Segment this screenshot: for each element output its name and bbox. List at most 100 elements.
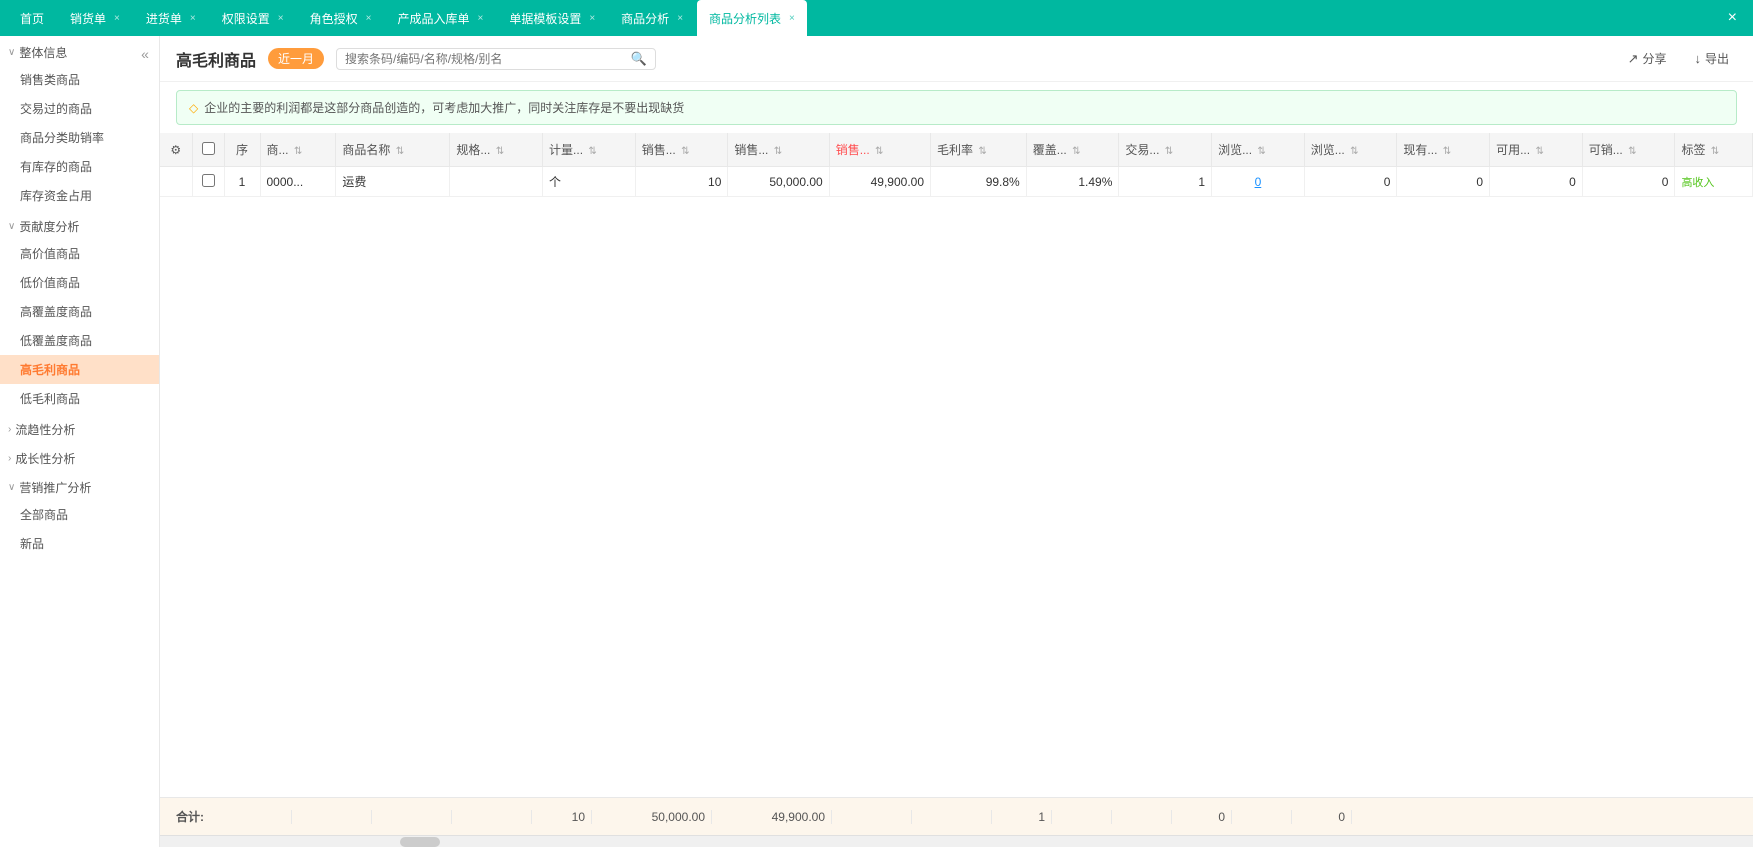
footer-cell-sales-amount: 50,000.00: [592, 810, 712, 824]
table-container: ⚙ 序 商... ⇅ 商品名称 ⇅ 规格... ⇅ 计量... ⇅ 销售... …: [160, 133, 1753, 797]
cell-coverage: 1.49%: [1026, 167, 1119, 197]
nav-purchase-order[interactable]: 进货单 ×: [134, 0, 208, 36]
sidebar-item-category-assist-rate[interactable]: 商品分类助销率: [0, 123, 159, 152]
sidebar-collapse-button[interactable]: «: [135, 44, 155, 64]
cell-sales-profit: 49,900.00: [829, 167, 930, 197]
nav-product-analysis-list[interactable]: 商品分析列表 ×: [697, 0, 807, 36]
nav-purchase-close[interactable]: ×: [190, 13, 196, 24]
chevron-down-icon-3: ∨: [8, 482, 15, 493]
nav-product-analysis-close[interactable]: ×: [677, 13, 683, 24]
sidebar-item-high-value-products[interactable]: 高价值商品: [0, 239, 159, 268]
product-table: ⚙ 序 商... ⇅ 商品名称 ⇅ 规格... ⇅ 计量... ⇅ 销售... …: [160, 133, 1753, 197]
horizontal-scrollbar[interactable]: [160, 835, 1753, 847]
nav-home[interactable]: 首页: [8, 0, 56, 36]
footer-cell-stock-current: 0: [1172, 810, 1232, 824]
th-code[interactable]: 商... ⇅: [260, 133, 336, 167]
sidebar-group-trend-analysis[interactable]: › 流趋性分析: [0, 413, 159, 442]
sidebar-item-low-value-products[interactable]: 低价值商品: [0, 268, 159, 297]
cell-no: 1: [224, 167, 260, 197]
cell-name: 运费: [336, 167, 450, 197]
th-stock-available[interactable]: 可用... ⇅: [1490, 133, 1583, 167]
sidebar-item-sales-products[interactable]: 销售类商品: [0, 65, 159, 94]
filter-recent-month-button[interactable]: 近一月: [268, 48, 324, 69]
sidebar-group-growth-analysis[interactable]: › 成长性分析: [0, 442, 159, 471]
sidebar-item-stock-capital-usage[interactable]: 库存资金占用: [0, 181, 159, 210]
nav-permission-close[interactable]: ×: [278, 13, 284, 24]
cell-checkbox[interactable]: [192, 167, 224, 197]
table-header-row: ⚙ 序 商... ⇅ 商品名称 ⇅ 规格... ⇅ 计量... ⇅ 销售... …: [160, 133, 1753, 167]
nav-sales-order[interactable]: 销货单 ×: [58, 0, 132, 36]
sidebar-item-low-margin-products[interactable]: 低毛利商品: [0, 384, 159, 413]
sidebar-item-new-products[interactable]: 新品: [0, 529, 159, 558]
footer-bar: 合计: 10 50,000.00 49,900.00 1 0 0: [160, 797, 1753, 835]
nav-role-auth[interactable]: 角色授权 ×: [298, 0, 384, 36]
th-stock-sellable[interactable]: 可销... ⇅: [1582, 133, 1675, 167]
sidebar-group-contribution-analysis[interactable]: ∨ 贡献度分析: [0, 210, 159, 239]
footer-cells: 10 50,000.00 49,900.00 1 0 0: [212, 810, 1737, 824]
nav-doc-template[interactable]: 单据模板设置 ×: [497, 0, 607, 36]
share-button[interactable]: ↗ 分享: [1620, 46, 1675, 71]
cell-trade-count: 1: [1119, 167, 1212, 197]
nav-permission-settings[interactable]: 权限设置 ×: [210, 0, 296, 36]
chevron-down-icon: ∨: [8, 47, 15, 58]
th-gross-margin[interactable]: 毛利率 ⇅: [931, 133, 1027, 167]
cell-unit: 个: [543, 167, 636, 197]
th-unit[interactable]: 计量... ⇅: [543, 133, 636, 167]
cell-spec: [450, 167, 543, 197]
sidebar-group-marketing-analysis[interactable]: ∨ 营销推广分析: [0, 471, 159, 500]
footer-cell-stock-available: [1232, 810, 1292, 824]
th-checkbox[interactable]: [192, 133, 224, 167]
nav-product-analysis[interactable]: 商品分析 ×: [609, 0, 695, 36]
footer-cell-spacer1: [212, 810, 292, 824]
th-sales-profit[interactable]: 销售... ⇅: [829, 133, 930, 167]
chevron-down-icon-2: ∨: [8, 221, 15, 232]
cell-tag: 高收入: [1675, 167, 1753, 197]
nav-doc-template-close[interactable]: ×: [589, 13, 595, 24]
nav-product-inbound-close[interactable]: ×: [477, 13, 483, 24]
th-settings[interactable]: ⚙: [160, 133, 192, 167]
nav-role-close[interactable]: ×: [366, 13, 372, 24]
scrollbar-thumb[interactable]: [400, 837, 440, 847]
sidebar-item-in-stock-products[interactable]: 有库存的商品: [0, 152, 159, 181]
sidebar-item-all-products[interactable]: 全部商品: [0, 500, 159, 529]
info-icon: ◇: [189, 101, 198, 115]
th-stock-current[interactable]: 现有... ⇅: [1397, 133, 1490, 167]
th-sales-qty[interactable]: 销售... ⇅: [635, 133, 728, 167]
cell-code: 0000...: [260, 167, 336, 197]
row-checkbox[interactable]: [202, 174, 215, 187]
cell-views1[interactable]: 0: [1212, 167, 1305, 197]
nav-close-all[interactable]: ×: [1720, 9, 1745, 27]
sidebar-item-traded-products[interactable]: 交易过的商品: [0, 94, 159, 123]
th-trade-count[interactable]: 交易... ⇅: [1119, 133, 1212, 167]
sidebar: « ∨ 整体信息 销售类商品 交易过的商品 商品分类助销率 有库存的商品 库存资…: [0, 36, 160, 847]
footer-cell-sales-qty: 10: [532, 810, 592, 824]
th-coverage[interactable]: 覆盖... ⇅: [1026, 133, 1119, 167]
footer-cell-views2: [1112, 810, 1172, 824]
cell-stock-sellable: 0: [1582, 167, 1675, 197]
top-nav: 首页 销货单 × 进货单 × 权限设置 × 角色授权 × 产成品入库单 × 单据…: [0, 0, 1753, 36]
footer-cell-margin: [832, 810, 912, 824]
footer-cell-stock-sellable: 0: [1292, 810, 1352, 824]
th-name[interactable]: 商品名称 ⇅: [336, 133, 450, 167]
th-views2[interactable]: 浏览... ⇅: [1304, 133, 1397, 167]
nav-product-analysis-list-close[interactable]: ×: [789, 13, 795, 24]
footer-cell-spacer3: [372, 810, 452, 824]
nav-sales-order-close[interactable]: ×: [114, 13, 120, 24]
search-box: 🔍: [336, 48, 656, 70]
th-tag[interactable]: 标签 ⇅: [1675, 133, 1753, 167]
search-icon[interactable]: 🔍: [631, 51, 647, 67]
cell-settings: [160, 167, 192, 197]
th-spec[interactable]: 规格... ⇅: [450, 133, 543, 167]
th-sales-amount[interactable]: 销售... ⇅: [728, 133, 829, 167]
select-all-checkbox[interactable]: [202, 142, 215, 155]
sidebar-item-high-margin-products[interactable]: 高毛利商品: [0, 355, 159, 384]
sidebar-item-high-coverage-products[interactable]: 高覆盖度商品: [0, 297, 159, 326]
sidebar-item-low-coverage-products[interactable]: 低覆盖度商品: [0, 326, 159, 355]
cell-stock-current: 0: [1397, 167, 1490, 197]
search-input[interactable]: [345, 52, 627, 66]
export-button[interactable]: ↓ 导出: [1686, 46, 1737, 71]
cell-stock-available: 0: [1490, 167, 1583, 197]
export-icon: ↓: [1694, 51, 1701, 66]
th-views1[interactable]: 浏览... ⇅: [1212, 133, 1305, 167]
nav-product-inbound[interactable]: 产成品入库单 ×: [385, 0, 495, 36]
